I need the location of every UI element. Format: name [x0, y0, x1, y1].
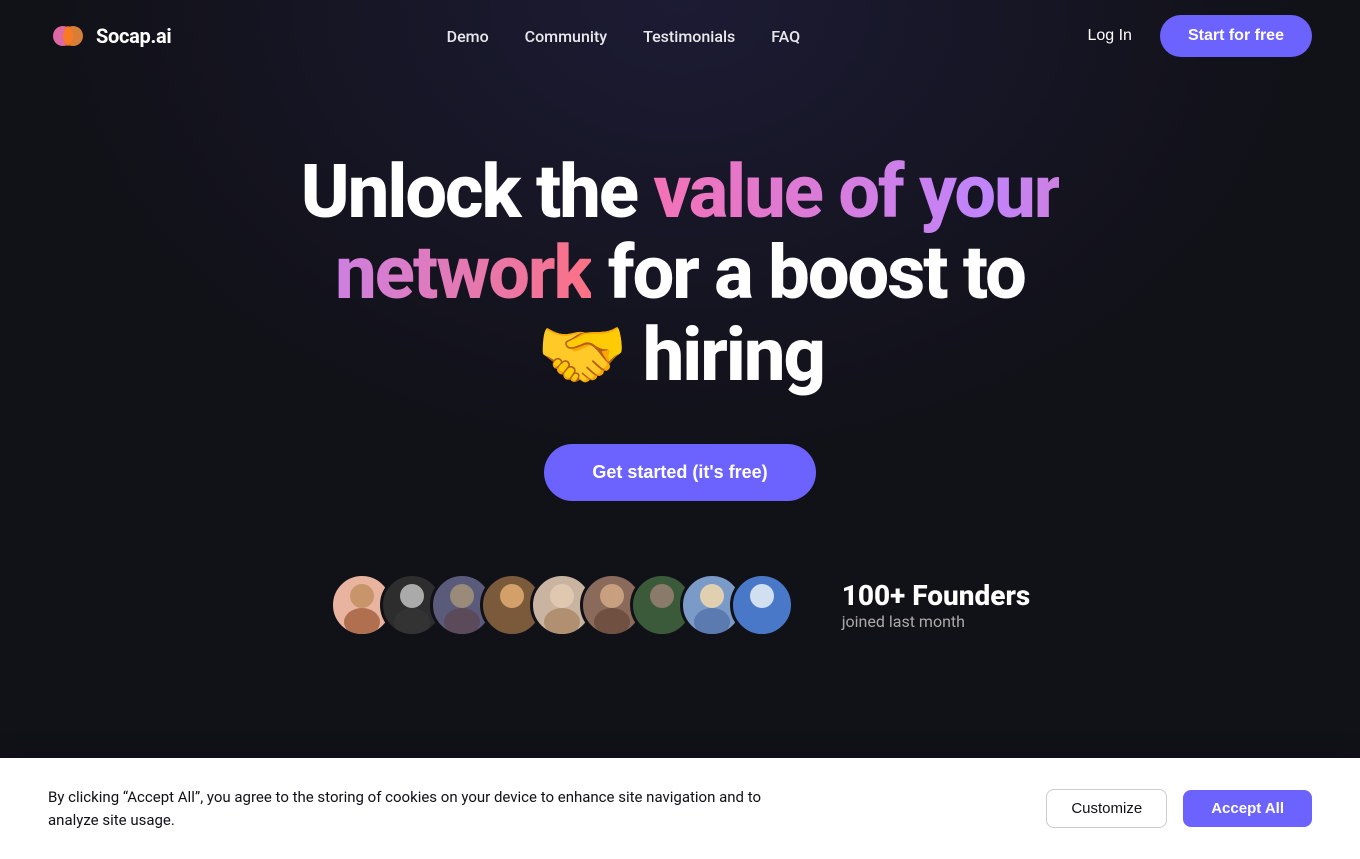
cta-button[interactable]: Get started (it's free): [544, 444, 815, 501]
founders-subtitle: joined last month: [842, 612, 1031, 631]
headline-part2: for a boost to: [591, 230, 1024, 317]
hero-section: Unlock the value of yournetwork for a bo…: [0, 72, 1360, 697]
logo[interactable]: Socap.ai: [48, 16, 171, 56]
avatars-row: [330, 573, 794, 637]
hero-content: Unlock the value of yournetwork for a bo…: [282, 152, 1079, 637]
customize-button[interactable]: Customize: [1046, 789, 1167, 828]
founders-text: 100+ Founders joined last month: [842, 579, 1031, 631]
headline-emoji: 🤝: [536, 315, 626, 396]
logo-text: Socap.ai: [96, 24, 171, 48]
accept-all-button[interactable]: Accept All: [1183, 790, 1312, 827]
avatar-9: [730, 573, 794, 637]
nav-links: Demo Community Testimonials FAQ: [447, 27, 801, 46]
nav-faq[interactable]: FAQ: [771, 27, 800, 46]
start-button[interactable]: Start for free: [1160, 15, 1312, 57]
logo-icon: [48, 16, 88, 56]
cookie-actions: Customize Accept All: [1046, 789, 1312, 828]
headline-part3: hiring: [626, 312, 824, 399]
social-proof: 100+ Founders joined last month: [282, 573, 1079, 637]
nav-actions: Log In Start for free: [1075, 15, 1312, 57]
founders-count: 100+ Founders: [842, 579, 1031, 612]
nav-testimonials[interactable]: Testimonials: [643, 27, 735, 46]
nav-community[interactable]: Community: [525, 27, 607, 46]
hero-headline: Unlock the value of yournetwork for a bo…: [301, 152, 1060, 396]
nav-demo[interactable]: Demo: [447, 27, 489, 46]
navbar: Socap.ai Demo Community Testimonials FAQ…: [0, 0, 1360, 72]
headline-part1: Unlock the: [301, 149, 654, 236]
cookie-banner: By clicking “Accept All”, you agree to t…: [0, 758, 1360, 859]
login-button[interactable]: Log In: [1075, 19, 1143, 53]
cookie-text: By clicking “Accept All”, you agree to t…: [48, 786, 808, 831]
